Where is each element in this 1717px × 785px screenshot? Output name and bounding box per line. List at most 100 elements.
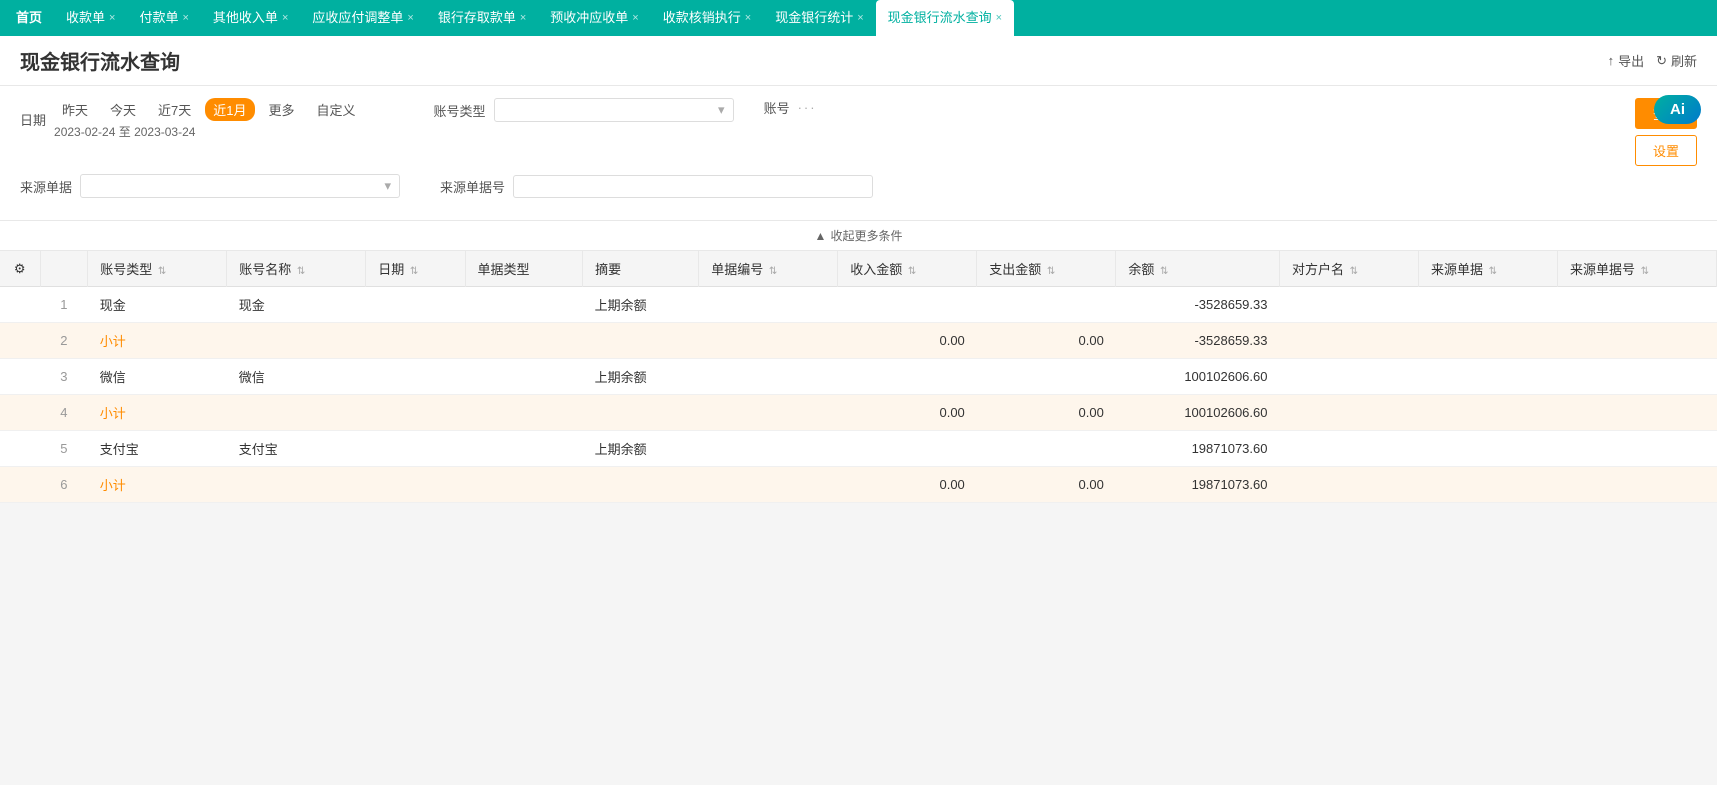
- source-doc-no-filter-group: 来源单据号: [440, 175, 873, 198]
- nav-label-receipt-verify: 收款核销执行: [663, 0, 741, 36]
- page-title: 现金银行流水查询: [20, 46, 180, 75]
- date-range-display: 2023-02-24 至 2023-03-24: [54, 123, 364, 140]
- table-cell: 现金: [88, 287, 227, 323]
- account-type-select[interactable]: ▾: [494, 98, 734, 122]
- close-other-income-icon[interactable]: ×: [282, 0, 288, 36]
- ai-badge[interactable]: Ai: [1654, 95, 1701, 124]
- table-cell: [465, 431, 583, 467]
- table-header: ⚙ 账号类型 ⇅ 账号名称 ⇅ 日期 ⇅ 单据类型 摘要 单据编号 ⇅ 收入金额…: [0, 251, 1717, 287]
- close-receipt-icon[interactable]: ×: [109, 0, 115, 36]
- table-cell: [1558, 323, 1717, 359]
- nav-item-bank-deposit[interactable]: 银行存取款单 ×: [426, 0, 538, 36]
- table-cell: 0.00: [838, 395, 977, 431]
- th-account-type[interactable]: 账号类型 ⇅: [88, 251, 227, 287]
- table-cell: [0, 395, 40, 431]
- refresh-button[interactable]: ↻ 刷新: [1656, 51, 1697, 70]
- th-index: [40, 251, 88, 287]
- collapse-bar[interactable]: ▲ 收起更多条件: [0, 221, 1717, 251]
- account-more-icon[interactable]: ···: [798, 100, 817, 115]
- table-cell: [838, 287, 977, 323]
- table-cell: [699, 431, 838, 467]
- table-cell: [0, 431, 40, 467]
- th-date[interactable]: 日期 ⇅: [366, 251, 465, 287]
- nav-item-other-income[interactable]: 其他收入单 ×: [201, 0, 300, 36]
- close-bank-deposit-icon[interactable]: ×: [520, 0, 526, 36]
- top-nav: 首页 收款单 × 付款单 × 其他收入单 × 应收应付调整单 × 银行存取款单 …: [0, 0, 1717, 36]
- nav-label-pre-receipt: 预收冲应收单: [550, 0, 628, 36]
- table-cell: 微信: [227, 359, 366, 395]
- date-option-today[interactable]: 今天: [102, 98, 144, 121]
- table-cell: 支付宝: [227, 431, 366, 467]
- table-cell: [1558, 359, 1717, 395]
- table-cell: [0, 323, 40, 359]
- date-option-more[interactable]: 更多: [261, 98, 303, 121]
- source-doc-chevron-icon: ▾: [384, 178, 391, 194]
- table-cell: [1279, 395, 1418, 431]
- table-cell: [977, 287, 1116, 323]
- close-payment-icon[interactable]: ×: [182, 0, 188, 36]
- table-cell: 0.00: [977, 395, 1116, 431]
- nav-item-receipt[interactable]: 收款单 ×: [54, 0, 127, 36]
- nav-item-cash-flow-query[interactable]: 现金银行流水查询 ×: [876, 0, 1014, 36]
- close-pre-receipt-icon[interactable]: ×: [632, 0, 638, 36]
- table-cell: 现金: [227, 287, 366, 323]
- nav-item-home[interactable]: 首页: [4, 0, 54, 36]
- th-income[interactable]: 收入金额 ⇅: [838, 251, 977, 287]
- nav-item-payment[interactable]: 付款单 ×: [127, 0, 200, 36]
- table-cell: 上期余额: [583, 431, 699, 467]
- th-doc-no[interactable]: 单据编号 ⇅: [699, 251, 838, 287]
- table-cell: [1419, 431, 1558, 467]
- table-cell: 19871073.60: [1116, 431, 1280, 467]
- nav-label-ar-ap-adjust: 应收应付调整单: [312, 0, 403, 36]
- table-cell: [227, 395, 366, 431]
- table-cell: [1558, 467, 1717, 503]
- table-cell: [1279, 323, 1418, 359]
- table-cell: [1279, 467, 1418, 503]
- th-source-doc[interactable]: 来源单据 ⇅: [1419, 251, 1558, 287]
- table-cell: [1279, 287, 1418, 323]
- ai-label: Ai: [1670, 101, 1685, 118]
- table-cell: 5: [40, 431, 88, 467]
- nav-item-ar-ap-adjust[interactable]: 应收应付调整单 ×: [300, 0, 425, 36]
- table-cell: [1419, 323, 1558, 359]
- table-cell: [366, 287, 465, 323]
- nav-item-pre-receipt[interactable]: 预收冲应收单 ×: [538, 0, 650, 36]
- table-cell: 上期余额: [583, 359, 699, 395]
- th-source-doc-no[interactable]: 来源单据号 ⇅: [1558, 251, 1717, 287]
- nav-item-cash-stat[interactable]: 现金银行统计 ×: [763, 0, 875, 36]
- close-ar-ap-adjust-icon[interactable]: ×: [407, 0, 413, 36]
- th-counterparty[interactable]: 对方户名 ⇅: [1279, 251, 1418, 287]
- export-button[interactable]: ↑ 导出: [1608, 51, 1645, 70]
- th-expense[interactable]: 支出金额 ⇅: [977, 251, 1116, 287]
- th-account-name[interactable]: 账号名称 ⇅: [227, 251, 366, 287]
- th-doc-type: 单据类型: [465, 251, 583, 287]
- table-cell: 0.00: [838, 323, 977, 359]
- table-cell: [838, 431, 977, 467]
- date-option-1month[interactable]: 近1月: [205, 98, 254, 121]
- close-receipt-verify-icon[interactable]: ×: [745, 0, 751, 36]
- th-gear[interactable]: ⚙: [0, 251, 40, 287]
- close-cash-stat-icon[interactable]: ×: [857, 0, 863, 36]
- close-cash-flow-query-icon[interactable]: ×: [996, 0, 1002, 36]
- data-table: ⚙ 账号类型 ⇅ 账号名称 ⇅ 日期 ⇅ 单据类型 摘要 单据编号 ⇅ 收入金额…: [0, 251, 1717, 503]
- date-option-custom[interactable]: 自定义: [309, 98, 364, 121]
- table-cell: [977, 431, 1116, 467]
- table-cell: [1419, 395, 1558, 431]
- settings-button[interactable]: 设置: [1635, 135, 1697, 166]
- export-label: 导出: [1618, 51, 1644, 70]
- filter-area: 日期 昨天 今天 近7天 近1月 更多 自定义 2023-02-24 至 202…: [0, 86, 1717, 221]
- table-cell: [1279, 359, 1418, 395]
- table-cell: [1558, 395, 1717, 431]
- source-doc-no-input[interactable]: [513, 175, 873, 198]
- source-doc-no-label: 来源单据号: [440, 177, 505, 196]
- nav-label-other-income: 其他收入单: [213, 0, 278, 36]
- account-type-filter-group: 账号类型 ▾: [434, 98, 734, 122]
- source-doc-select[interactable]: ▾: [80, 174, 400, 198]
- date-option-yesterday[interactable]: 昨天: [54, 98, 96, 121]
- date-option-7days[interactable]: 近7天: [150, 98, 199, 121]
- th-balance[interactable]: 余额 ⇅: [1116, 251, 1280, 287]
- table-cell: [699, 323, 838, 359]
- nav-item-receipt-verify[interactable]: 收款核销执行 ×: [651, 0, 763, 36]
- table-cell: 小计: [88, 467, 227, 503]
- nav-label-bank-deposit: 银行存取款单: [438, 0, 516, 36]
